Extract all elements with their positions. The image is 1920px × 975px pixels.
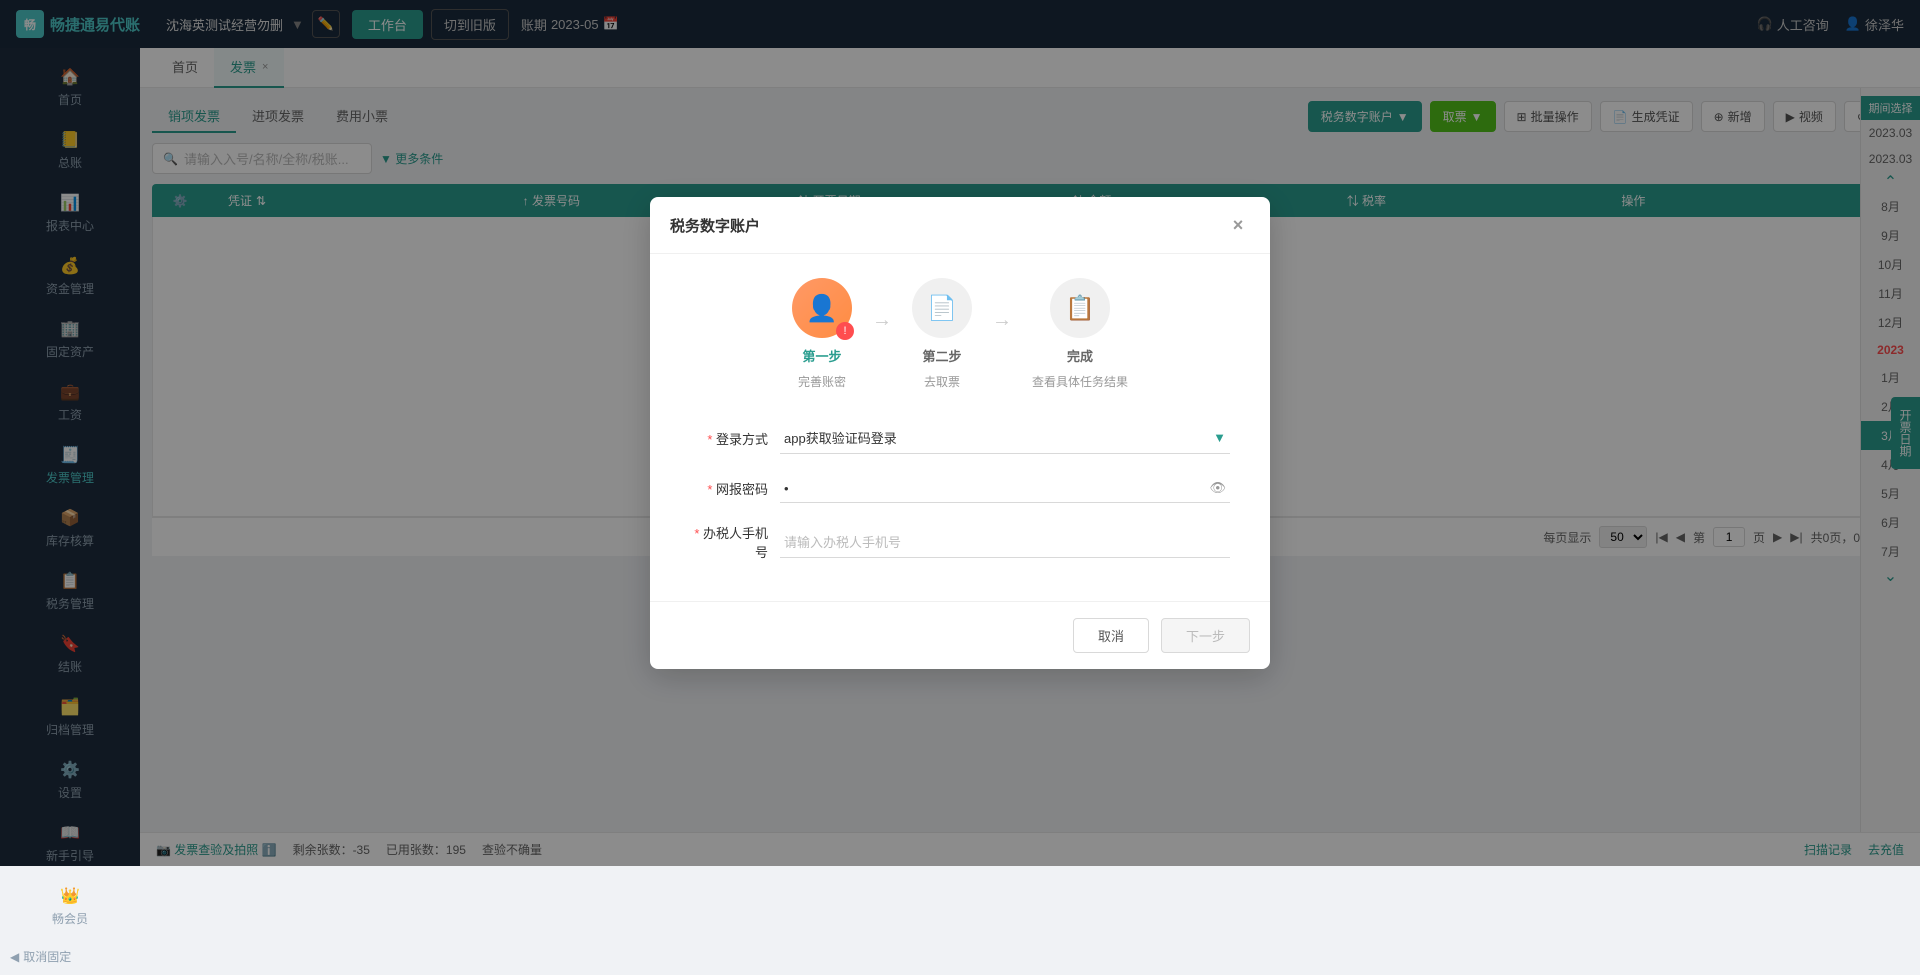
vip-icon: 👑 [60,886,80,906]
arrow-2-3: → [992,309,1012,332]
login-method-label-text: 登录方式 [716,432,768,447]
step-2: 📄 第二步 去取票 [912,278,972,390]
password-value: • [784,481,789,496]
eye-icon[interactable]: 👁 [1209,480,1226,496]
login-dropdown-icon: ▼ [1213,430,1226,445]
modal-close-button[interactable]: × [1226,213,1250,237]
step-3-clipboard-icon: 📋 [1065,294,1095,323]
step-2-doc-icon: 📄 [927,294,957,323]
step-3: 📋 完成 查看具体任务结果 [1032,278,1128,390]
modal-title: 税务数字账户 [670,215,760,236]
password-row: * 网报密码 • 👁 [690,474,1230,503]
required-mark-2: * [707,482,716,497]
modal-body: 👤 ! 第一步 完善账密 → 📄 第二步 去取票 → [650,254,1270,601]
step-2-label: 第二步 [922,346,961,365]
cancel-button[interactable]: 取消 [1073,618,1149,653]
step-3-icon: 📋 [1050,278,1110,338]
step-1-avatar-icon: 👤 [806,293,838,324]
step-2-icon: 📄 [912,278,972,338]
step-1-label: 第一步 [802,346,841,365]
sidebar-item-vip-label: 畅会员 [52,910,88,927]
login-method-label: * 登录方式 [690,429,780,448]
step-1-sublabel: 完善账密 [798,373,846,390]
modal-overlay: 税务数字账户 × 👤 ! 第一步 完善账密 → [0,0,1920,866]
sidebar-item-vip[interactable]: 👑 畅会员 [6,876,134,937]
modal-footer: 取消 下一步 [650,601,1270,669]
modal-header: 税务数字账户 × [650,197,1270,254]
phone-placeholder: 请输入办税人手机号 [784,532,901,551]
modal: 税务数字账户 × 👤 ! 第一步 完善账密 → [650,197,1270,669]
arrow-1-2: → [872,309,892,332]
phone-label: * 办税人手机号 [690,523,780,561]
password-field[interactable]: • 👁 [780,474,1230,503]
step-3-sublabel: 查看具体任务结果 [1032,373,1128,390]
login-method-select[interactable]: app获取验证码登录 ▼ [780,422,1230,454]
login-method-value: app获取验证码登录 [784,428,897,447]
phone-input-field[interactable]: 请输入办税人手机号 [780,526,1230,558]
required-mark: * [707,432,716,447]
unpin-label: 取消固定 [23,948,71,965]
step-1-error-badge: ! [836,322,854,340]
step-3-label: 完成 [1067,346,1093,365]
password-label: * 网报密码 [690,479,780,498]
next-button[interactable]: 下一步 [1161,618,1250,653]
steps-indicator: 👤 ! 第一步 完善账密 → 📄 第二步 去取票 → [690,278,1230,390]
step-1: 👤 ! 第一步 完善账密 [792,278,852,390]
step-2-sublabel: 去取票 [924,373,960,390]
required-mark-3: * [694,526,703,541]
phone-label-text: 办税人手机号 [703,526,768,560]
step-1-icon: 👤 ! [792,278,852,338]
login-method-row: * 登录方式 app获取验证码登录 ▼ [690,422,1230,454]
pin-icon: ◀ [10,950,19,964]
password-label-text: 网报密码 [716,482,768,497]
unpin-button[interactable]: ◀ 取消固定 [0,938,140,975]
phone-row: * 办税人手机号 请输入办税人手机号 [690,523,1230,561]
